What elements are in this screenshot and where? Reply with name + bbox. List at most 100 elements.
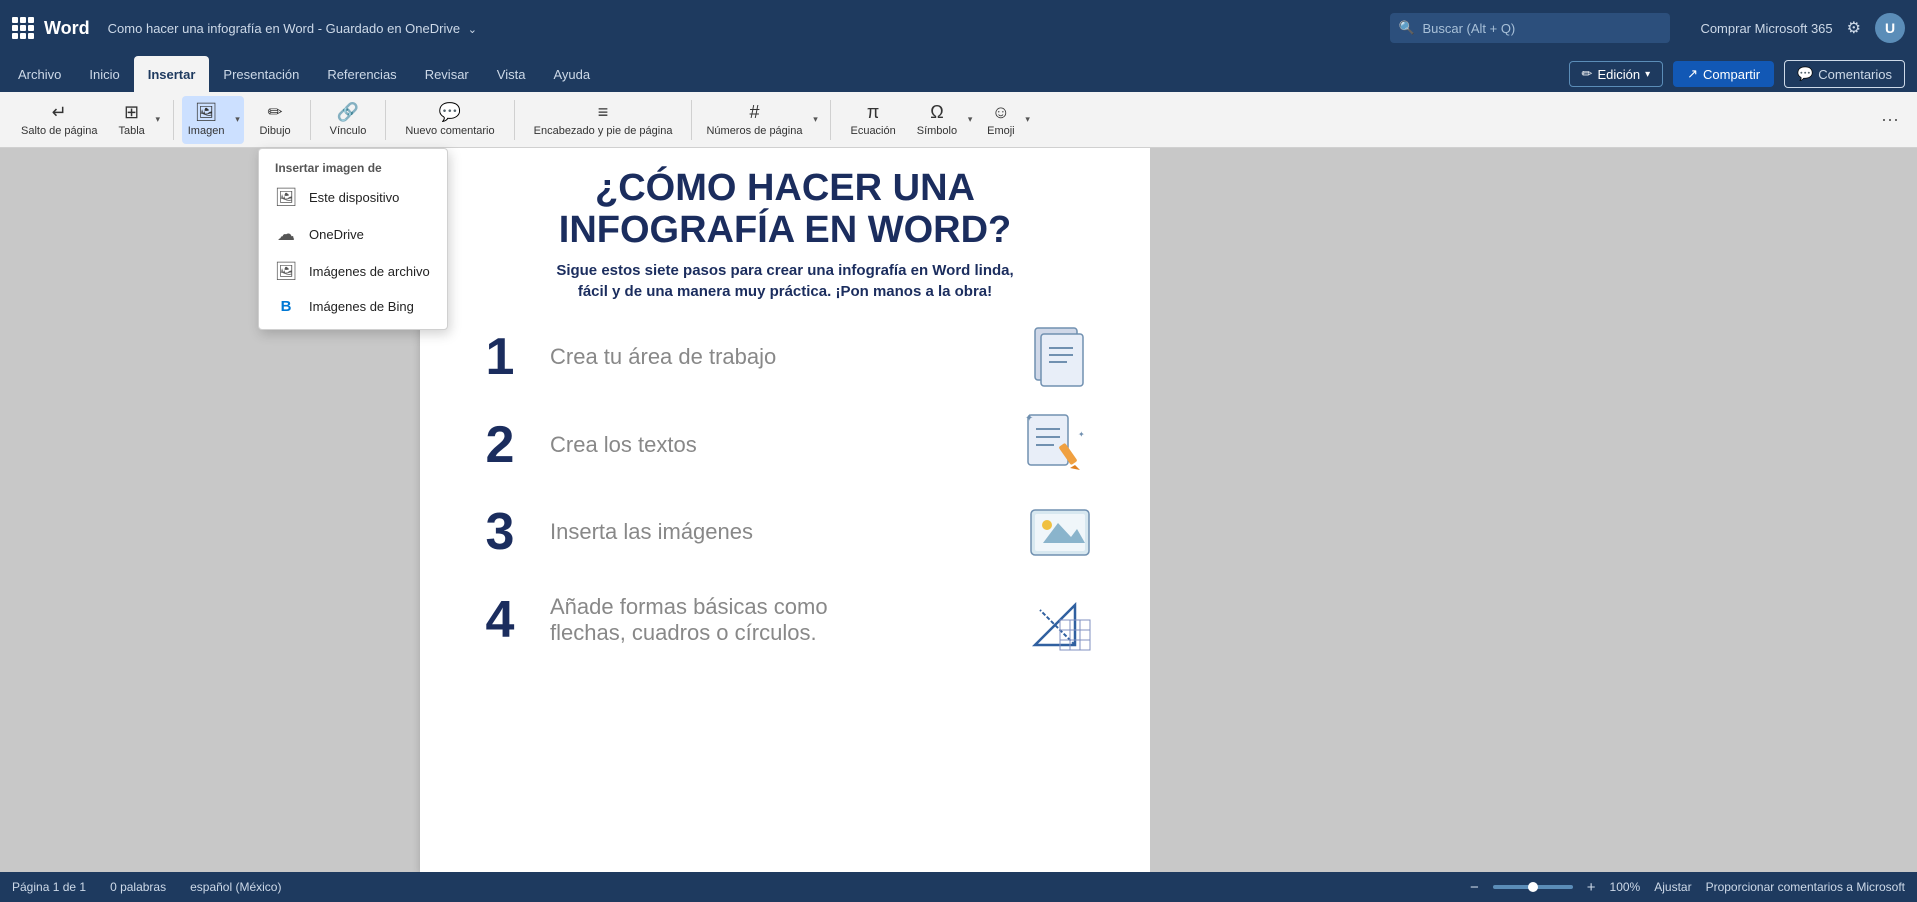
imagen-split-button: 🖼 Imagen ▾: [182, 96, 245, 144]
emoji-split-button: ☺ Emoji ▾: [981, 96, 1035, 144]
infographic-title: ¿CÓMO HACER UNAINFOGRAFÍA EN WORD?: [460, 168, 1110, 252]
nuevo-comentario-button[interactable]: 💬 Nuevo comentario: [394, 96, 505, 144]
dibujo-button[interactable]: ✏ Dibujo: [248, 96, 301, 144]
insert-from-archivo-item[interactable]: 🖼 Imágenes de archivo: [259, 253, 447, 290]
infographic-item-1: 1 Crea tu área de trabajo: [460, 320, 1110, 395]
zoom-in-button[interactable]: +: [1587, 879, 1596, 896]
zoom-slider[interactable]: [1493, 885, 1573, 889]
salto-pagina-button[interactable]: ↵ Salto de página: [10, 96, 108, 144]
tab-ayuda[interactable]: Ayuda: [539, 56, 604, 92]
tab-presentacion[interactable]: Presentación: [209, 56, 313, 92]
zoom-adjust-button[interactable]: Ajustar: [1654, 880, 1691, 894]
tabla-split-button: ⊞ Tabla ▾: [112, 96, 164, 144]
separator-4: [514, 100, 515, 140]
svg-text:✦: ✦: [1078, 430, 1085, 439]
vinculo-button[interactable]: 🔗 Vínculo: [319, 96, 378, 144]
infographic-text-3: Inserta las imágenes: [540, 519, 1010, 545]
salto-pagina-label: Salto de página: [21, 125, 97, 137]
infographic-number-3: 3: [460, 502, 540, 562]
tab-revisar[interactable]: Revisar: [411, 56, 483, 92]
infographic-item-4: 4 Añade formas básicas comoflechas, cuad…: [460, 580, 1110, 660]
tab-archivo[interactable]: Archivo: [4, 56, 75, 92]
emoji-dropdown-arrow[interactable]: ▾: [1021, 96, 1035, 144]
edit-dropdown-arrow: ▾: [1645, 69, 1650, 80]
settings-icon[interactable]: ⚙: [1847, 18, 1861, 38]
comments-icon: 💬: [1797, 66, 1813, 82]
dropdown-header: Insertar imagen de: [259, 155, 447, 179]
salto-pagina-icon: ↵: [52, 102, 67, 123]
infographic-item-3: 3 Inserta las imágenes: [460, 495, 1110, 570]
more-commands-button[interactable]: ···: [1873, 105, 1907, 134]
apps-grid-icon[interactable]: [12, 17, 34, 39]
tabla-icon: ⊞: [124, 102, 139, 123]
titlebar: Word Como hacer una infografía en Word -…: [0, 0, 1917, 56]
encabezado-button[interactable]: ≡ Encabezado y pie de página: [523, 96, 684, 144]
infographic-text-4: Añade formas básicas comoflechas, cuadro…: [540, 594, 1010, 646]
ecuacion-icon: π: [867, 102, 879, 123]
infographic-number-4: 4: [460, 590, 540, 650]
zoom-level: 100%: [1610, 880, 1641, 894]
simbolo-split-button: Ω Símbolo ▾: [911, 96, 977, 144]
infographic-text-1: Crea tu área de trabajo: [540, 344, 1010, 370]
imagen-button[interactable]: 🖼 Imagen: [182, 96, 231, 144]
numeros-button[interactable]: # Números de página: [700, 96, 808, 144]
encabezado-icon: ≡: [598, 102, 609, 123]
statusbar: Página 1 de 1 0 palabras español (México…: [0, 872, 1917, 902]
avatar[interactable]: U: [1875, 13, 1905, 43]
edit-mode-button[interactable]: ✏ Edición ▾: [1569, 61, 1664, 87]
insert-from-device-item[interactable]: 🖼 Este dispositivo: [259, 179, 447, 216]
tab-inicio[interactable]: Inicio: [75, 56, 133, 92]
tab-vista[interactable]: Vista: [483, 56, 540, 92]
insert-from-onedrive-item[interactable]: ☁ OneDrive: [259, 216, 447, 253]
nuevo-comentario-icon: 💬: [439, 102, 461, 123]
search-icon: 🔍: [1398, 20, 1414, 36]
document-page: ¿CÓMO HACER UNAINFOGRAFÍA EN WORD? Sigue…: [420, 148, 1150, 872]
infographic-number-1: 1: [460, 327, 540, 387]
text-edit-icon: ✦ ✦: [1020, 405, 1100, 485]
insert-image-icon: [1023, 495, 1098, 570]
ribbon-tab-right: ✏ Edición ▾ ↗ Compartir 💬 Comentarios: [1569, 60, 1917, 88]
simbolo-dropdown-arrow[interactable]: ▾: [963, 96, 977, 144]
onedrive-icon: ☁: [275, 224, 297, 245]
numeros-split-button: # Números de página ▾: [700, 96, 822, 144]
infographic-icon-3: [1010, 495, 1110, 570]
share-button[interactable]: ↗ Compartir: [1673, 61, 1774, 87]
archivo-icon: 🖼: [275, 261, 297, 282]
infographic: ¿CÓMO HACER UNAINFOGRAFÍA EN WORD? Sigue…: [450, 148, 1120, 680]
emoji-icon: ☺: [992, 102, 1010, 123]
ecuacion-button[interactable]: π Ecuación: [839, 96, 906, 144]
tab-insertar[interactable]: Insertar: [134, 56, 210, 92]
tabla-button[interactable]: ⊞ Tabla: [112, 96, 150, 144]
comments-button[interactable]: 💬 Comentarios: [1784, 60, 1905, 88]
comprar-btn[interactable]: Comprar Microsoft 365: [1700, 21, 1832, 36]
onedrive-dropdown-arrow[interactable]: ⌄: [468, 24, 477, 36]
statusbar-right: − + 100% Ajustar Proporcionar comentario…: [1470, 879, 1905, 896]
infographic-item-2: 2 Crea los textos ✦ ✦: [460, 405, 1110, 485]
app-name: Word: [44, 18, 90, 39]
tab-referencias[interactable]: Referencias: [313, 56, 410, 92]
device-icon: 🖼: [275, 187, 297, 208]
shapes-icon: [1020, 580, 1100, 660]
share-icon: ↗: [1687, 66, 1698, 82]
separator-6: [830, 100, 831, 140]
feedback-label[interactable]: Proporcionar comentarios a Microsoft: [1706, 880, 1905, 894]
insert-from-bing-item[interactable]: B Imágenes de Bing: [259, 290, 447, 323]
numeros-dropdown-arrow[interactable]: ▾: [808, 96, 822, 144]
ribbon-toolbar: ↵ Salto de página ⊞ Tabla ▾ 🖼 Imagen ▾ I…: [0, 92, 1917, 148]
separator-3: [385, 100, 386, 140]
infographic-icon-4: [1010, 580, 1110, 660]
simbolo-icon: Ω: [930, 102, 943, 123]
ribbon-tabs: Archivo Inicio Insertar Presentación Ref…: [0, 56, 1917, 92]
emoji-button[interactable]: ☺ Emoji: [981, 96, 1021, 144]
language-label: español (México): [190, 880, 281, 894]
tabla-dropdown-arrow[interactable]: ▾: [151, 96, 165, 144]
page-info: Página 1 de 1: [12, 880, 86, 894]
svg-text:✦: ✦: [1025, 413, 1033, 424]
imagen-dropdown-arrow[interactable]: ▾: [230, 96, 244, 144]
search-input[interactable]: [1390, 13, 1670, 43]
separator-1: [173, 100, 174, 140]
simbolo-button[interactable]: Ω Símbolo: [911, 96, 963, 144]
imagen-icon: 🖼: [195, 102, 218, 123]
vinculo-icon: 🔗: [337, 102, 359, 123]
zoom-out-button[interactable]: −: [1470, 879, 1479, 896]
